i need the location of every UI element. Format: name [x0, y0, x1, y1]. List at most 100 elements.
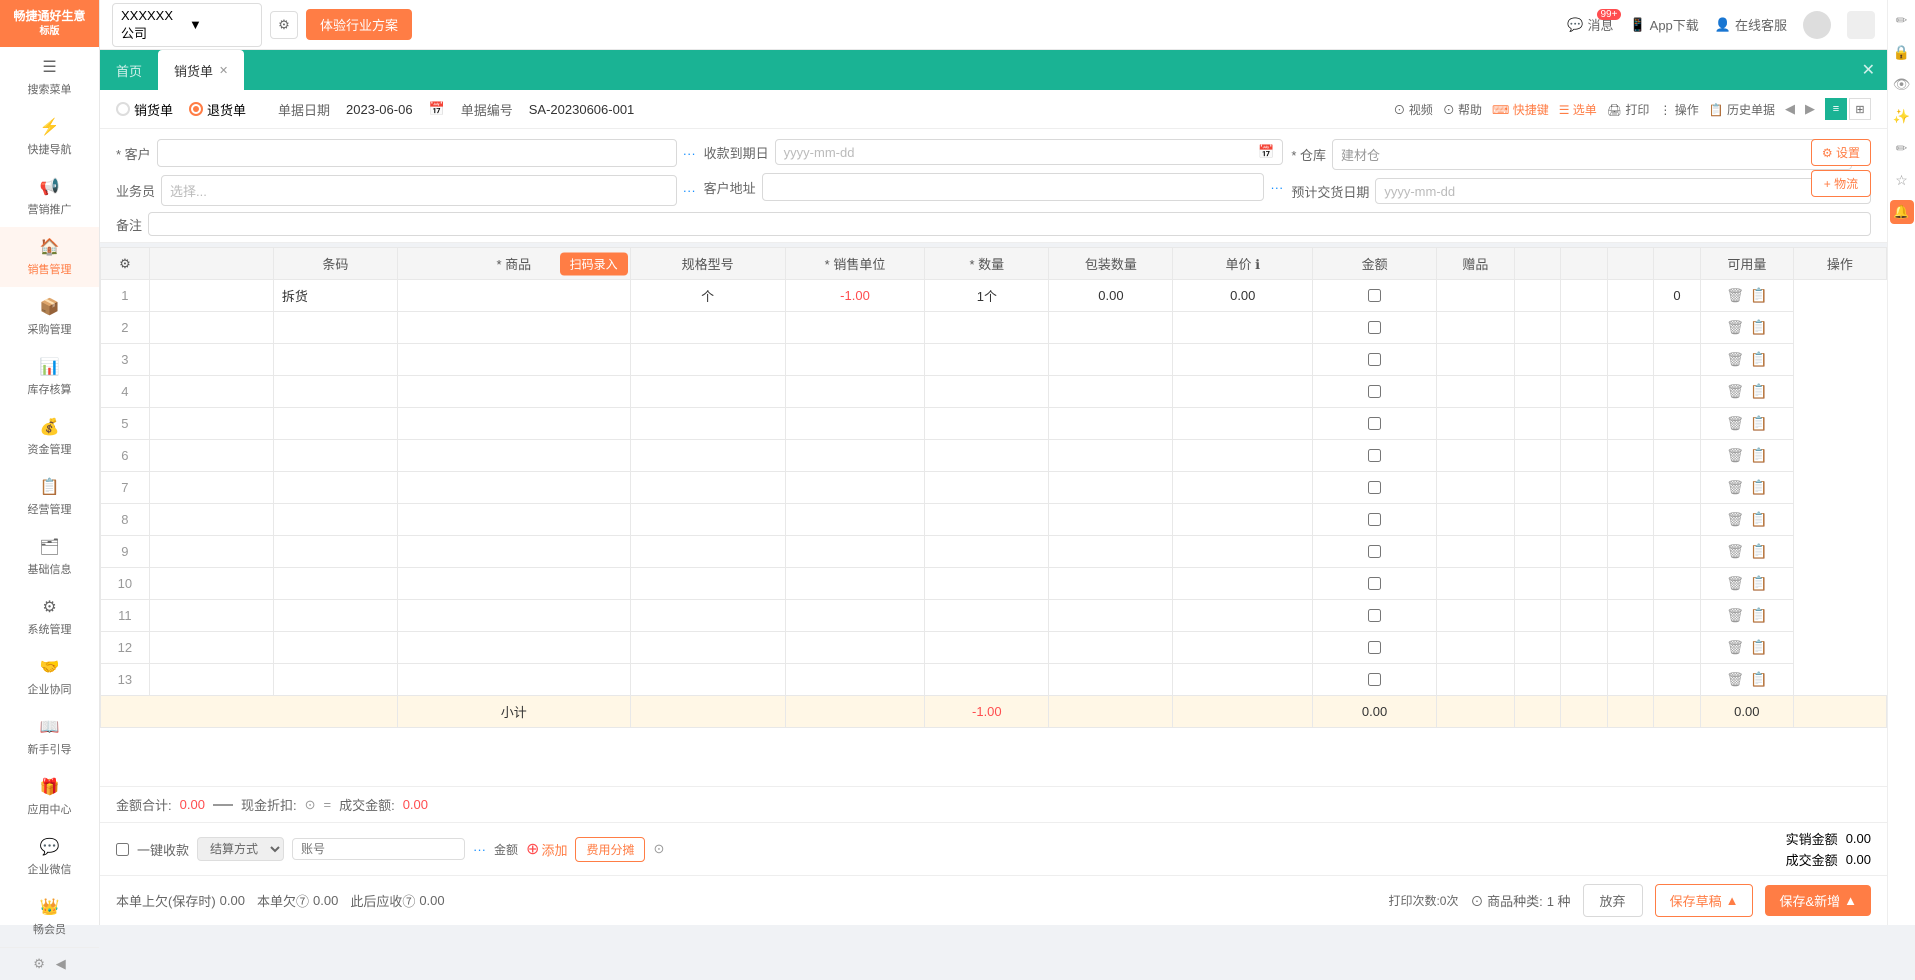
gift-checkbox-4[interactable]	[1368, 385, 1381, 398]
row-pkg-qty-13[interactable]	[925, 664, 1049, 696]
copy-icon-5[interactable]: 📋	[1750, 415, 1767, 432]
gift-checkbox-6[interactable]	[1368, 449, 1381, 462]
row-gift-7[interactable]	[1313, 472, 1437, 504]
row-barcode-7[interactable]	[149, 472, 273, 504]
history-action[interactable]: 📋 历史单据	[1709, 101, 1775, 118]
row-qty-3[interactable]	[785, 344, 925, 376]
row-amount-12[interactable]	[1173, 632, 1313, 664]
row-pkg-qty-3[interactable]	[925, 344, 1049, 376]
row-product-8[interactable]	[273, 504, 397, 536]
sidebar-item-search[interactable]: ☰ 搜索菜单	[0, 47, 99, 107]
row-unit-1[interactable]: 个	[630, 280, 785, 312]
delete-icon-13[interactable]: 🗑	[1726, 671, 1744, 688]
row-qty-11[interactable]	[785, 600, 925, 632]
row-gift-9[interactable]	[1313, 536, 1437, 568]
row-spec-7[interactable]	[397, 472, 630, 504]
row-unit-5[interactable]	[630, 408, 785, 440]
row-unit-8[interactable]	[630, 504, 785, 536]
sidebar-item-marketing[interactable]: 📢 营销推广	[0, 167, 99, 227]
scan-button[interactable]: 扫码录入	[560, 252, 628, 275]
row-unit-6[interactable]	[630, 440, 785, 472]
delete-icon-12[interactable]: 🗑	[1726, 639, 1744, 656]
row-spec-6[interactable]	[397, 440, 630, 472]
row-price-7[interactable]	[1049, 472, 1173, 504]
row-spec-12[interactable]	[397, 632, 630, 664]
sidebar-settings-btn[interactable]: ⚙ ◀	[0, 948, 99, 980]
row-amount-13[interactable]	[1173, 664, 1313, 696]
sidebar-item-collab[interactable]: 🤝 企业协同	[0, 647, 99, 707]
customer-dots[interactable]: ···	[683, 146, 696, 161]
row-product-4[interactable]	[273, 376, 397, 408]
row-spec-1[interactable]	[397, 280, 630, 312]
salesperson-dots[interactable]: ···	[683, 183, 696, 198]
row-qty-8[interactable]	[785, 504, 925, 536]
save-new-button[interactable]: 保存&新增 ▲	[1765, 885, 1871, 916]
logistics-button[interactable]: + 物流	[1811, 170, 1871, 197]
row-pkg-qty-10[interactable]	[925, 568, 1049, 600]
tab-close-icon[interactable]: ✕	[219, 64, 228, 77]
row-qty-5[interactable]	[785, 408, 925, 440]
row-amount-9[interactable]	[1173, 536, 1313, 568]
row-price-10[interactable]	[1049, 568, 1173, 600]
row-barcode-12[interactable]	[149, 632, 273, 664]
gift-checkbox-10[interactable]	[1368, 577, 1381, 590]
sidebar-item-system[interactable]: ⚙ 系统管理	[0, 587, 99, 647]
delete-icon-2[interactable]: 🗑	[1726, 319, 1744, 336]
copy-icon-8[interactable]: 📋	[1750, 511, 1767, 528]
shortcuts-action[interactable]: ⌨ 快捷键	[1492, 101, 1549, 118]
sidebar-item-basic[interactable]: 🗂 基础信息	[0, 527, 99, 587]
right-panel-bookmark-icon[interactable]: ☆	[1890, 168, 1914, 192]
app-download-button[interactable]: 📱 App下载	[1629, 15, 1698, 34]
row-price-8[interactable]	[1049, 504, 1173, 536]
row-gift-13[interactable]	[1313, 664, 1437, 696]
copy-icon-9[interactable]: 📋	[1750, 543, 1767, 560]
calendar-icon[interactable]: 📅	[429, 101, 445, 117]
row-amount-5[interactable]	[1173, 408, 1313, 440]
row-gift-6[interactable]	[1313, 440, 1437, 472]
row-price-13[interactable]	[1049, 664, 1173, 696]
discount-info-icon[interactable]: ⊙	[305, 797, 316, 813]
gift-checkbox-13[interactable]	[1368, 673, 1381, 686]
row-pkg-qty-2[interactable]	[925, 312, 1049, 344]
row-product-10[interactable]	[273, 568, 397, 600]
copy-icon-7[interactable]: 📋	[1750, 479, 1767, 496]
add-payment-button[interactable]: ⊕ 添加	[526, 839, 567, 859]
right-panel-notify-icon[interactable]: 🔔	[1890, 200, 1914, 224]
row-barcode-5[interactable]	[149, 408, 273, 440]
tab-sales-order[interactable]: 销货单 ✕	[158, 50, 244, 90]
row-unit-7[interactable]	[630, 472, 785, 504]
gift-checkbox-7[interactable]	[1368, 481, 1381, 494]
row-barcode-10[interactable]	[149, 568, 273, 600]
print-action[interactable]: 🖨 打印	[1607, 101, 1650, 118]
row-product-3[interactable]	[273, 344, 397, 376]
row-product-5[interactable]	[273, 408, 397, 440]
gear-button[interactable]: ⚙	[270, 11, 298, 39]
select-action[interactable]: ☰ 选单	[1559, 101, 1597, 118]
sidebar-item-guide[interactable]: 📖 新手引导	[0, 707, 99, 767]
row-qty-1[interactable]: -1.00	[785, 280, 925, 312]
row-spec-10[interactable]	[397, 568, 630, 600]
row-amount-2[interactable]	[1173, 312, 1313, 344]
gift-checkbox-3[interactable]	[1368, 353, 1381, 366]
user-menu-btn[interactable]	[1847, 11, 1875, 39]
row-spec-11[interactable]	[397, 600, 630, 632]
row-gift-5[interactable]	[1313, 408, 1437, 440]
row-unit-9[interactable]	[630, 536, 785, 568]
customer-input[interactable]	[157, 139, 677, 167]
delete-icon-4[interactable]: 🗑	[1726, 383, 1744, 400]
row-price-6[interactable]	[1049, 440, 1173, 472]
row-price-2[interactable]	[1049, 312, 1173, 344]
row-unit-13[interactable]	[630, 664, 785, 696]
row-price-9[interactable]	[1049, 536, 1173, 568]
right-panel-edit-icon[interactable]: ✏	[1890, 8, 1914, 32]
row-product-12[interactable]	[273, 632, 397, 664]
row-unit-4[interactable]	[630, 376, 785, 408]
row-pkg-qty-4[interactable]	[925, 376, 1049, 408]
right-panel-lock-icon[interactable]: 🔒	[1890, 40, 1914, 64]
row-amount-10[interactable]	[1173, 568, 1313, 600]
company-select[interactable]: XXXXXX公司 ▼	[112, 3, 262, 47]
sidebar-item-finance[interactable]: 💰 资金管理	[0, 407, 99, 467]
copy-icon-10[interactable]: 📋	[1750, 575, 1767, 592]
row-spec-8[interactable]	[397, 504, 630, 536]
gift-checkbox-5[interactable]	[1368, 417, 1381, 430]
